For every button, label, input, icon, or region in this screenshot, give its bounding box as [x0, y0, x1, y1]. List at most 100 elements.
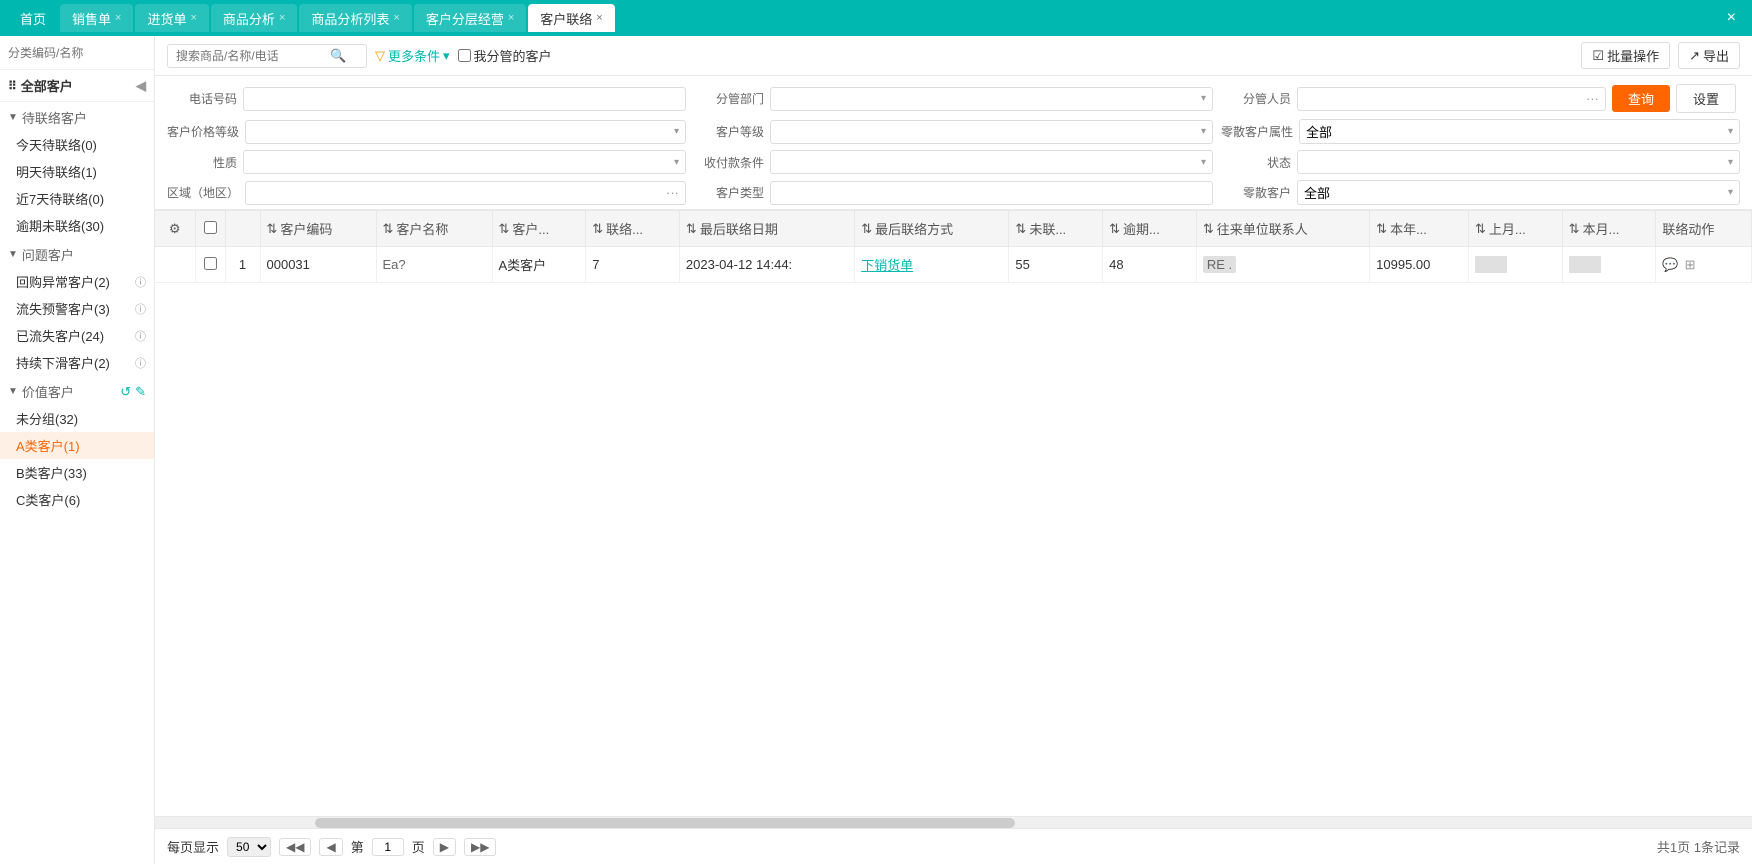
col-code-sort-icon[interactable]: ⇅	[267, 221, 278, 237]
row-grid-icon[interactable]: ⊞	[1685, 257, 1696, 273]
price-grade-label: 客户价格等级	[167, 123, 239, 140]
col-settings[interactable]: ⚙	[155, 211, 195, 247]
last-page-button[interactable]: ▶▶	[464, 838, 496, 856]
col-type-sort-icon[interactable]: ⇅	[499, 221, 510, 237]
customer-grade-select[interactable]: ▾	[770, 120, 1213, 144]
close-sales-icon[interactable]: ×	[115, 12, 121, 24]
sidebar-item-class-a[interactable]: A类客户(1)	[0, 432, 154, 459]
prev-page-button[interactable]: ◀	[319, 838, 342, 856]
filter-search-input[interactable]	[176, 49, 326, 63]
query-button[interactable]: 查询	[1612, 85, 1670, 112]
retail-attr-select[interactable]: 全部 ▾	[1299, 119, 1740, 144]
row-not-contacted: 55	[1015, 257, 1029, 272]
row-overdue: 48	[1109, 257, 1123, 272]
row-message-icon[interactable]: 💬	[1662, 257, 1678, 273]
sidebar-group-value[interactable]: ▼ 价值客户 ↺ ✎	[0, 378, 154, 405]
retail-attr-value: 全部	[1306, 122, 1332, 141]
filter-price-grade: 客户价格等级 ▾	[167, 120, 686, 144]
col-not-contacted-sort-icon[interactable]: ⇅	[1015, 221, 1026, 237]
my-customer-checkbox-area[interactable]: 我分管的客户	[458, 46, 552, 65]
sidebar-group-problem[interactable]: ▼ 问题客户	[0, 241, 154, 268]
global-close-button[interactable]: ×	[1719, 9, 1744, 27]
col-last-method-sort-icon[interactable]: ⇅	[861, 221, 872, 237]
row-contact-count-cell: 7	[586, 247, 680, 283]
close-purchase-icon[interactable]: ×	[190, 12, 196, 24]
row-name[interactable]: Ea?	[383, 257, 406, 272]
select-all-checkbox[interactable]	[204, 221, 217, 234]
col-unit-sort-icon[interactable]: ⇅	[1203, 221, 1214, 237]
horizontal-scrollbar[interactable]	[155, 816, 1752, 828]
tab-customer-contact[interactable]: 客户联络 ×	[528, 4, 614, 32]
sidebar-item-declining[interactable]: 持续下滑客户(2) ⓘ	[0, 349, 154, 376]
more-filter-button[interactable]: ▽ 更多条件 ▾	[375, 46, 450, 65]
sidebar-item-overdue[interactable]: 逾期未联络(30)	[0, 212, 154, 239]
sidebar-item-class-c[interactable]: C类客户(6)	[0, 486, 154, 513]
sidebar-group-pending[interactable]: ▼ 待联络客户	[0, 104, 154, 131]
batch-action-button[interactable]: ☑ 批量操作	[1581, 42, 1670, 69]
tab-customer-tier[interactable]: 客户分层经营 ×	[414, 4, 526, 32]
row-checkbox[interactable]	[204, 257, 217, 270]
scrollbar-thumb[interactable]	[315, 818, 1015, 828]
settings-gear-icon[interactable]: ⚙	[169, 221, 181, 236]
sidebar-item-churned[interactable]: 已流失客户(24) ⓘ	[0, 322, 154, 349]
value-group-refresh-icon[interactable]: ↺	[120, 384, 131, 400]
export-button[interactable]: ↗ 导出	[1678, 42, 1740, 69]
table-row: 1 000031 Ea? A类客户 7	[155, 247, 1752, 283]
problem-group-arrow: ▼	[8, 249, 18, 260]
row-this-year-cell: 10995.00	[1370, 247, 1469, 283]
sidebar-item-churn-warning[interactable]: 流失预警客户(3) ⓘ	[0, 295, 154, 322]
repurchase-abnormal-label: 回购异常客户(2)	[16, 272, 135, 291]
value-group-edit-icon[interactable]: ✎	[135, 384, 146, 400]
sidebar-item-today-pending[interactable]: 今天待联络(0)	[0, 131, 154, 158]
col-last-date-sort-icon[interactable]: ⇅	[686, 221, 697, 237]
col-this-year-sort-icon[interactable]: ⇅	[1376, 221, 1387, 237]
row-action-icons: 💬 ⊞	[1662, 257, 1745, 273]
next-page-button[interactable]: ▶	[433, 838, 456, 856]
sidebar-item-week-pending[interactable]: 近7天待联络(0)	[0, 185, 154, 212]
col-last-date: ⇅ 最后联络日期	[679, 211, 854, 247]
churn-warning-label: 流失预警客户(3)	[16, 299, 135, 318]
filter-search-icon[interactable]: 🔍	[330, 48, 346, 64]
sidebar-all-customers-label[interactable]: 全部客户	[21, 76, 73, 95]
sidebar-search-area: 🔍	[0, 36, 154, 70]
sidebar: 🔍 ⠿ 全部客户 ◀ ▼ 待联络客户 今天待联络(0) 明天待联络(1) 近7天…	[0, 36, 155, 864]
retail-customer-select[interactable]: 全部 ▾	[1297, 180, 1740, 205]
phone-input[interactable]	[243, 87, 686, 111]
tab-goods-analysis[interactable]: 商品分析 ×	[211, 4, 297, 32]
customer-type-input[interactable]	[770, 181, 1213, 205]
close-customer-tier-icon[interactable]: ×	[508, 12, 514, 24]
page-size-select[interactable]: 50	[227, 837, 271, 857]
sidebar-item-tomorrow-pending[interactable]: 明天待联络(1)	[0, 158, 154, 185]
close-goods-analysis-icon[interactable]: ×	[279, 12, 285, 24]
first-page-button[interactable]: ◀◀	[279, 838, 311, 856]
close-goods-analysis-list-icon[interactable]: ×	[393, 12, 399, 24]
payment-select[interactable]: ▾	[770, 150, 1213, 174]
price-grade-select[interactable]: ▾	[245, 120, 686, 144]
filter-row-4: 区域（地区） ··· 客户类型 零散客户 全部 ▾	[167, 180, 1740, 205]
sidebar-collapse-icon[interactable]: ◀	[136, 78, 146, 94]
col-this-month-sort-icon[interactable]: ⇅	[1569, 221, 1580, 237]
region-select[interactable]: ···	[245, 181, 686, 205]
tab-goods-analysis-list[interactable]: 商品分析列表 ×	[299, 4, 411, 32]
col-name-sort-icon[interactable]: ⇅	[383, 221, 394, 237]
sidebar-search-input[interactable]	[8, 46, 155, 60]
status-select[interactable]: ▾	[1297, 150, 1740, 174]
my-customer-checkbox[interactable]	[458, 49, 471, 62]
tab-sales[interactable]: 销售单 ×	[60, 4, 133, 32]
sidebar-item-unclassified[interactable]: 未分组(32)	[0, 405, 154, 432]
sidebar-item-class-b[interactable]: B类客户(33)	[0, 459, 154, 486]
page-number-input[interactable]	[372, 838, 404, 856]
settings-button[interactable]: 设置	[1676, 84, 1736, 113]
col-overdue-sort-icon[interactable]: ⇅	[1109, 221, 1120, 237]
tab-home[interactable]: 首页	[8, 4, 58, 32]
row-unit-contacts-cell: RE .	[1196, 247, 1369, 283]
col-contact-sort-icon[interactable]: ⇅	[592, 221, 603, 237]
nature-select[interactable]: ▾	[243, 150, 686, 174]
manager-input[interactable]: ···	[1297, 87, 1606, 111]
col-last-month-sort-icon[interactable]: ⇅	[1475, 221, 1486, 237]
dept-select[interactable]: ▾	[770, 87, 1213, 111]
sidebar-item-repurchase-abnormal[interactable]: 回购异常客户(2) ⓘ	[0, 268, 154, 295]
tab-purchase[interactable]: 进货单 ×	[135, 4, 208, 32]
row-last-method[interactable]: 下销货单	[861, 258, 913, 273]
close-customer-contact-icon[interactable]: ×	[596, 12, 602, 24]
